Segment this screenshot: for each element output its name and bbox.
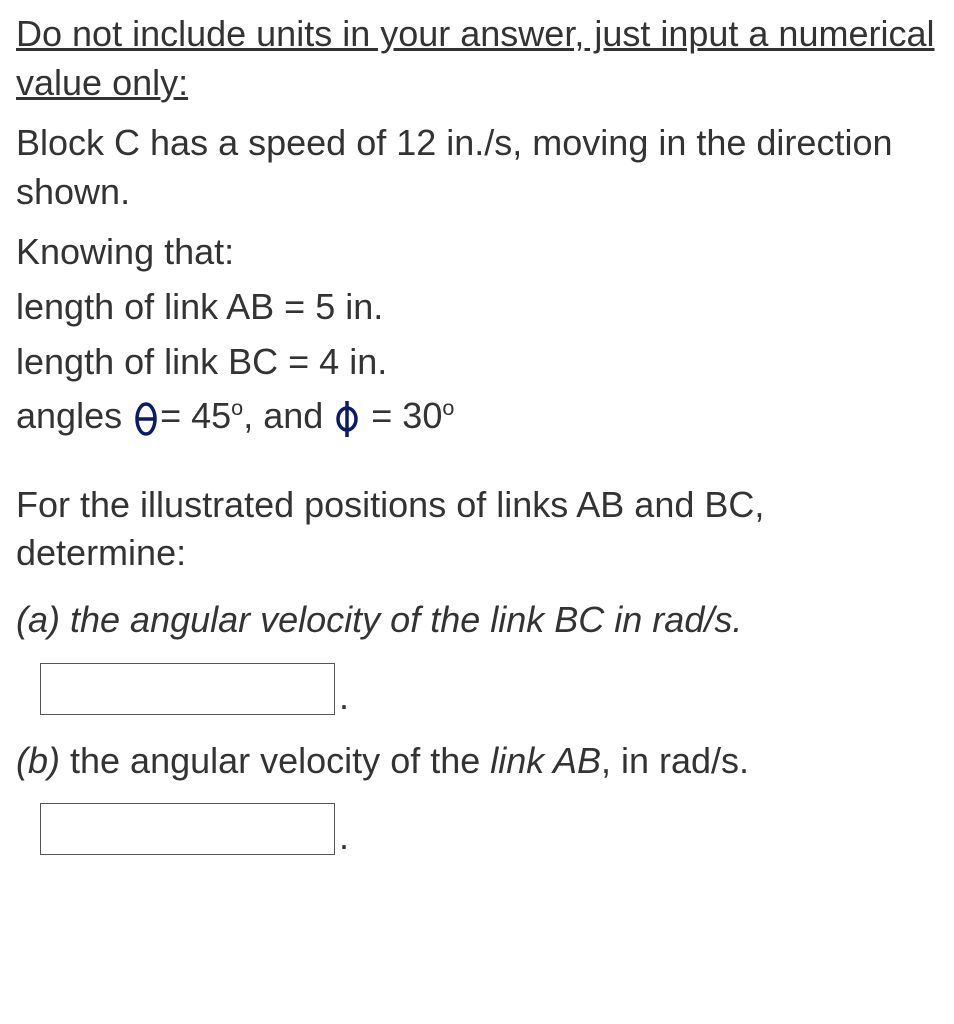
phi-icon [333,399,361,439]
answer-input-b[interactable] [40,803,335,855]
degree-1: o [231,395,243,420]
param-bc: length of link BC = 4 in. [16,338,938,387]
input-row-a: . [40,663,938,715]
answer-input-a[interactable] [40,663,335,715]
knowing-label: Knowing that: [16,228,938,277]
question-intro: For the illustrated positions of links A… [16,481,938,578]
comma-and: , and [243,395,333,436]
period-a: . [339,679,349,715]
question-b-mid1: the angular velocity of the [60,740,490,781]
degree-2: o [442,395,454,420]
theta-icon [132,399,160,439]
phi-eq: = 30 [361,395,442,436]
angles-prefix: angles [16,395,132,436]
question-b: (b) the angular velocity of the link AB,… [16,737,938,786]
question-a: (a) the angular velocity of the link BC … [16,596,938,645]
angles-line: angles = 45o, and = 30o [16,392,938,441]
question-b-prefix: (b) [16,740,60,781]
question-b-ital: link AB [490,740,601,781]
theta-eq: = 45 [160,395,231,436]
param-ab: length of link AB = 5 in. [16,283,938,332]
problem-statement: Block C has a speed of 12 in./s, moving … [16,119,938,216]
question-b-mid2: , in rad/s. [601,740,749,781]
input-row-b: . [40,803,938,855]
instruction-text: Do not include units in your answer, jus… [16,10,938,107]
period-b: . [339,819,349,855]
